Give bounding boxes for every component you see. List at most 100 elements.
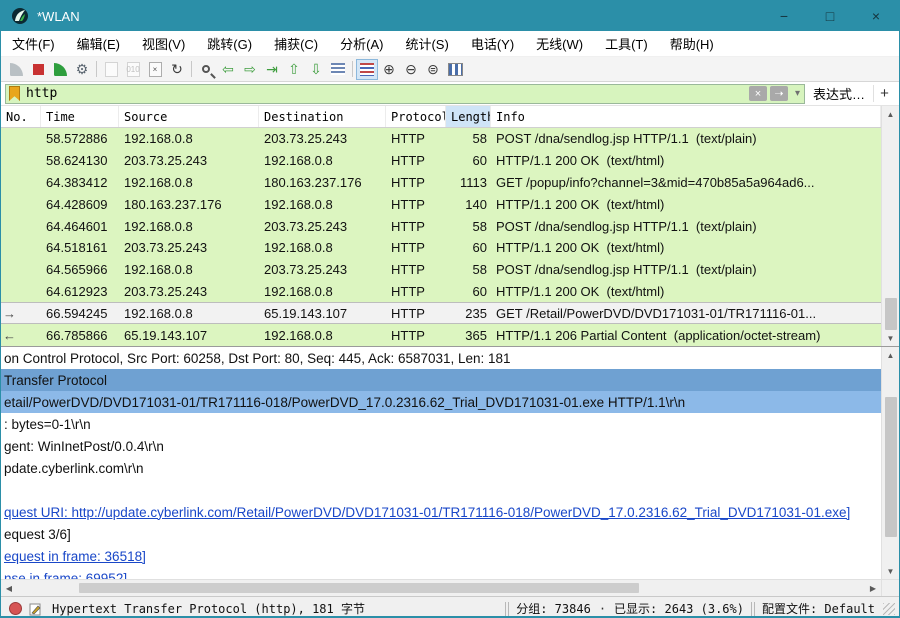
toolbar-separator [191,61,192,77]
goto-packet-icon[interactable]: ⇥ [261,59,283,80]
add-filter-button[interactable]: + [873,85,895,102]
packet-row-7[interactable]: 64.612923 203.73.25.243 192.168.0.8 HTTP 60 H… [1,280,899,303]
column-header-protocol[interactable]: Protocol [386,106,446,127]
menu-item-9[interactable]: 工具(T) [594,31,659,56]
scroll-left-icon[interactable]: ◀ [1,580,17,596]
detail-horizontal-scrollbar[interactable]: ◀ ▶ [1,579,899,596]
restart-capture-icon[interactable] [49,59,71,80]
scroll-up-icon[interactable]: ▲ [882,347,899,363]
column-header-destination[interactable]: Destination [259,106,386,127]
column-header-no[interactable]: No. [1,106,41,127]
resize-columns-icon[interactable] [444,59,466,80]
maximize-button[interactable]: □ [807,1,853,31]
save-file-icon[interactable]: 010 [122,59,144,80]
detail-link-text[interactable]: nse in frame: 69952] [4,571,127,580]
minimize-button[interactable]: − [761,1,807,31]
packet-row-4[interactable]: 64.464601 192.168.0.8 203.73.25.243 HTTP 58 P… [1,215,899,237]
display-filter-box[interactable]: × ➝ ▾ [5,83,805,104]
packet-row-1[interactable]: 58.624130 203.73.25.243 192.168.0.8 HTTP 60 H… [1,149,899,172]
detail-link-text[interactable]: equest in frame: 36518] [4,549,146,564]
stop-capture-icon[interactable] [27,59,49,80]
display-filter-input[interactable] [26,86,749,101]
detail-line-2[interactable]: etail/PowerDVD/DVD171031-01/TR171116-018… [1,391,899,413]
open-file-icon[interactable] [100,59,122,80]
previous-packet-icon[interactable]: ⇦ [217,59,239,80]
filter-bookmark-icon[interactable] [9,86,20,101]
zoom-in-icon[interactable]: ⊕ [378,59,400,80]
zoom-out-icon[interactable]: ⊖ [400,59,422,80]
expert-info-icon[interactable] [9,602,22,615]
cell-len: 60 [472,153,487,169]
filter-clear-icon[interactable]: × [748,86,767,101]
scroll-down-icon[interactable]: ▼ [882,330,899,346]
first-packet-icon[interactable]: ⇧ [283,59,305,80]
start-capture-icon[interactable] [5,59,27,80]
menu-item-7[interactable]: 电话(Y) [460,31,525,56]
detail-line-8[interactable]: equest 3/6] [1,523,899,545]
cell-time: 64.464601 [46,218,108,234]
detail-line-0[interactable]: on Control Protocol, Src Port: 60258, Ds… [1,347,899,369]
scroll-right-icon[interactable]: ▶ [865,580,881,596]
resize-grip[interactable] [883,602,895,615]
status-profile[interactable]: 配置文件: Default [762,600,875,616]
menu-item-6[interactable]: 统计(S) [394,31,459,56]
menu-item-10[interactable]: 帮助(H) [659,31,725,56]
scrollbar-thumb[interactable] [884,298,897,330]
menu-item-4[interactable]: 捕获(C) [263,31,329,56]
menu-item-1[interactable]: 编辑(E) [66,31,131,56]
menu-item-2[interactable]: 视图(V) [131,31,196,56]
detail-line-10[interactable]: nse in frame: 69952] [1,567,899,580]
packet-row-9[interactable]: 66.785866 65.19.143.107 192.168.0.8 HTTP 365… [1,324,899,346]
close-file-icon: × [148,61,162,77]
packet-row-8[interactable]: 66.594245 192.168.0.8 65.19.143.107 HTTP 235… [1,302,899,325]
detail-line-6[interactable] [1,479,899,501]
detail-text: pdate.cyberlink.com\r\n [4,460,144,476]
zoom-original-icon[interactable]: ⊜ [422,59,444,80]
capture-comment-icon[interactable] [28,602,42,616]
capture-options-icon[interactable]: ⚙ [71,59,93,80]
detail-line-5[interactable]: pdate.cyberlink.com\r\n [1,457,899,479]
column-header-time[interactable]: Time [41,106,119,127]
packet-row-2[interactable]: 64.383412 192.168.0.8 180.163.237.176 HTTP 1… [1,171,899,194]
colorize-icon[interactable] [356,58,378,80]
reload-file-icon[interactable]: ↻ [166,59,188,80]
scroll-down-icon[interactable]: ▼ [882,563,899,579]
menu-item-3[interactable]: 跳转(G) [196,31,263,56]
detail-line-1[interactable]: Transfer Protocol [1,369,899,391]
column-header-length[interactable]: Length [446,106,491,127]
detail-line-3[interactable]: : bytes=0-1\r\n [1,413,899,435]
find-packet-icon[interactable] [195,59,217,80]
detail-line-9[interactable]: equest in frame: 36518] [1,545,899,567]
autoscroll-icon[interactable] [327,59,349,80]
close-file-icon[interactable]: × [144,59,166,80]
packet-list-scrollbar[interactable]: ▲ ▼ [881,106,899,346]
detail-link-text[interactable]: quest URI: http://update.cyberlink.com/R… [4,505,850,520]
last-packet-icon[interactable]: ⇩ [305,59,327,80]
status-dot: · [598,601,607,616]
expression-button[interactable]: 表达式… [813,84,865,103]
detail-scrollbar[interactable]: ▲ ▼ [881,347,899,579]
cell-src: 192.168.0.8 [124,174,193,190]
detail-line-4[interactable]: gent: WinInetPost/0.0.4\r\n [1,435,899,457]
close-button[interactable]: × [853,1,899,31]
menu-item-5[interactable]: 分析(A) [329,31,394,56]
next-packet-icon[interactable]: ⇨ [239,59,261,80]
find-packet-icon [202,65,210,73]
packet-row-0[interactable]: 58.572886 192.168.0.8 203.73.25.243 HTTP 58 P… [1,128,899,150]
cell-dst: 65.19.143.107 [264,305,348,321]
first-packet-icon: ⇧ [288,60,300,77]
packet-row-5[interactable]: 64.518161 203.73.25.243 192.168.0.8 HTTP 60 H… [1,236,899,259]
cell-len: 58 [472,218,487,234]
packet-row-3[interactable]: 64.428609 180.163.237.176 192.168.0.8 HTTP 1… [1,193,899,216]
column-header-source[interactable]: Source [119,106,259,127]
scrollbar-thumb[interactable] [884,397,897,537]
column-header-info[interactable]: Info [491,106,881,127]
detail-line-7[interactable]: quest URI: http://update.cyberlink.com/R… [1,501,899,523]
menu-item-0[interactable]: 文件(F) [1,31,66,56]
packet-row-6[interactable]: 64.565966 192.168.0.8 203.73.25.243 HTTP 58 P… [1,258,899,281]
filter-apply-icon[interactable]: ➝ [769,86,788,101]
filter-history-caret-icon[interactable]: ▾ [795,88,800,99]
menu-item-8[interactable]: 无线(W) [525,31,594,56]
scrollbar-thumb[interactable] [79,583,639,593]
scroll-up-icon[interactable]: ▲ [882,106,899,122]
